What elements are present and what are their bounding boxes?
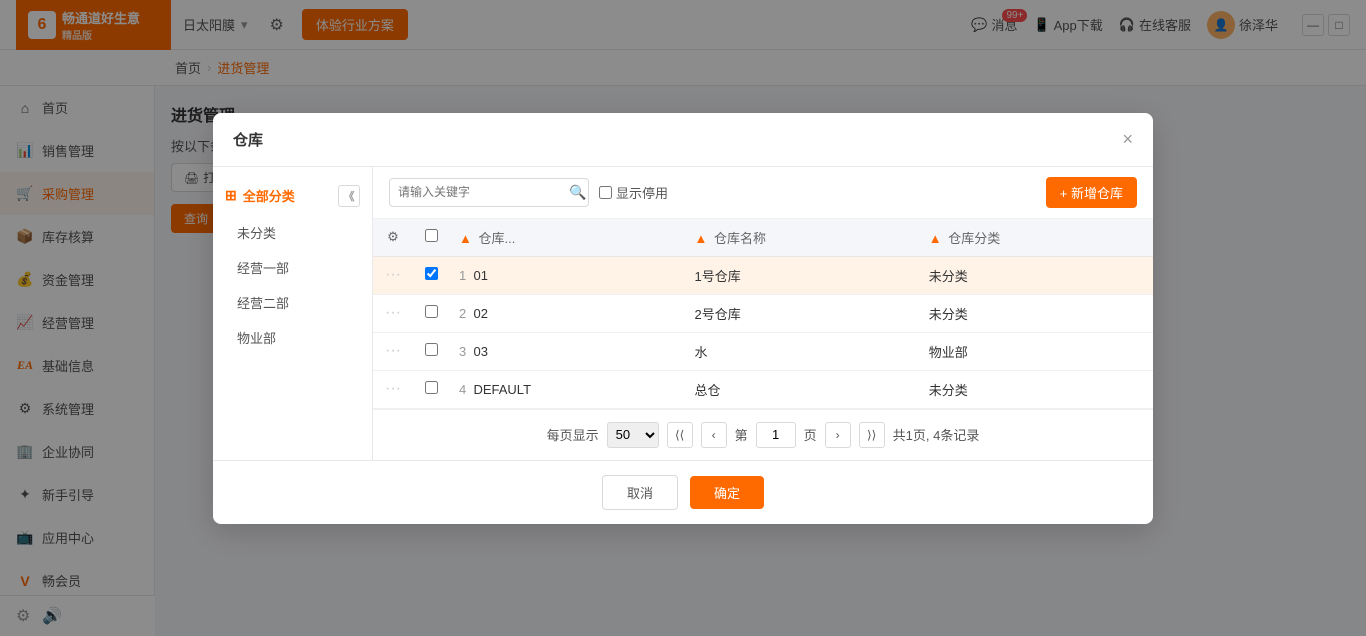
- prev-page-button[interactable]: ‹: [701, 422, 727, 448]
- row-num: 3 03: [449, 332, 685, 370]
- first-page-button[interactable]: ⟨⟨: [667, 422, 693, 448]
- grid-icon: ⊞: [225, 187, 237, 204]
- sort-icon: ▲: [459, 231, 472, 246]
- per-page-label: 每页显示: [547, 425, 599, 444]
- confirm-button[interactable]: 确定: [690, 476, 764, 509]
- modal-header: 仓库 ×: [213, 113, 1153, 167]
- row-category: 未分类: [919, 256, 1153, 294]
- row-category: 未分类: [919, 370, 1153, 408]
- search-button[interactable]: 🔍: [561, 179, 589, 206]
- row-checkbox[interactable]: [413, 294, 449, 332]
- pagination: 每页显示 50 20 100 ⟨⟨ ‹ 第 页 › ⟩⟩ 共1页, 4条记录: [373, 409, 1153, 460]
- modal-table-wrap: ⚙ ▲ 仓库... ▲: [373, 219, 1153, 409]
- row-name: 总仓: [685, 370, 919, 408]
- row-dots[interactable]: ···: [373, 256, 413, 294]
- all-categories-label: 全部分类: [243, 186, 295, 205]
- row-checkbox[interactable]: [413, 256, 449, 294]
- col-checkbox: [413, 219, 449, 257]
- modal-body: ⊞ 全部分类 《 未分类 经营一部 经营二部 物业部: [213, 167, 1153, 460]
- category-item-1[interactable]: 经营一部: [213, 250, 372, 285]
- col-gear: ⚙: [373, 219, 413, 257]
- col-warehouse-name: ▲ 仓库名称: [685, 219, 919, 257]
- row-dots[interactable]: ···: [373, 332, 413, 370]
- row-num: 2 02: [449, 294, 685, 332]
- add-warehouse-button[interactable]: + 新增仓库: [1046, 177, 1137, 208]
- total-records-label: 共1页, 4条记录: [893, 425, 980, 444]
- last-page-button[interactable]: ⟩⟩: [859, 422, 885, 448]
- show-disabled-toggle[interactable]: 显示停用: [599, 183, 668, 202]
- row-dots[interactable]: ···: [373, 370, 413, 408]
- modal-toolbar: 🔍 显示停用 + 新增仓库: [373, 167, 1153, 219]
- col-warehouse-code: ▲ 仓库...: [449, 219, 685, 257]
- table-body: ··· 1 01 1号仓库 未分类 ··· 2 02 2号仓库 未分类 ··· …: [373, 256, 1153, 408]
- modal-close-button[interactable]: ×: [1122, 130, 1133, 148]
- row-num: 1 01: [449, 256, 685, 294]
- modal-overlay: 仓库 × ⊞ 全部分类 《 未分类 经营一部: [0, 0, 1366, 636]
- category-item-3[interactable]: 物业部: [213, 320, 372, 355]
- col-warehouse-category: ▲ 仓库分类: [919, 219, 1153, 257]
- modal-actions: 取消 确定: [213, 460, 1153, 524]
- collapse-sidebar-button[interactable]: 《: [338, 185, 360, 207]
- row-dots[interactable]: ···: [373, 294, 413, 332]
- page-suffix: 页: [804, 425, 817, 444]
- table-row: ··· 3 03 水 物业部: [373, 332, 1153, 370]
- table-row: ··· 4 DEFAULT 总仓 未分类: [373, 370, 1153, 408]
- sort-icon-cat: ▲: [929, 231, 942, 246]
- row-category: 物业部: [919, 332, 1153, 370]
- row-name: 2号仓库: [685, 294, 919, 332]
- sort-icon-name: ▲: [695, 231, 708, 246]
- row-num: 4 DEFAULT: [449, 370, 685, 408]
- show-disabled-checkbox[interactable]: [599, 186, 612, 199]
- modal-main-panel: 🔍 显示停用 + 新增仓库 ⚙: [373, 167, 1153, 460]
- search-input[interactable]: [390, 180, 561, 204]
- row-checkbox[interactable]: [413, 332, 449, 370]
- warehouse-table: ⚙ ▲ 仓库... ▲: [373, 219, 1153, 409]
- table-row: ··· 2 02 2号仓库 未分类: [373, 294, 1153, 332]
- category-item-2[interactable]: 经营二部: [213, 285, 372, 320]
- warehouse-modal: 仓库 × ⊞ 全部分类 《 未分类 经营一部: [213, 113, 1153, 524]
- cancel-button[interactable]: 取消: [602, 475, 678, 510]
- modal-title: 仓库: [233, 129, 263, 150]
- modal-all-categories[interactable]: ⊞ 全部分类 《: [213, 177, 372, 215]
- select-all-checkbox[interactable]: [425, 229, 438, 242]
- gear-col-icon: ⚙: [387, 229, 399, 244]
- row-category: 未分类: [919, 294, 1153, 332]
- table-row: ··· 1 01 1号仓库 未分类: [373, 256, 1153, 294]
- per-page-select[interactable]: 50 20 100: [607, 422, 659, 448]
- row-name: 1号仓库: [685, 256, 919, 294]
- page-number-input[interactable]: [756, 422, 796, 448]
- page-label: 第: [735, 425, 748, 444]
- category-item-0[interactable]: 未分类: [213, 215, 372, 250]
- table-header-row: ⚙ ▲ 仓库... ▲: [373, 219, 1153, 257]
- next-page-button[interactable]: ›: [825, 422, 851, 448]
- row-name: 水: [685, 332, 919, 370]
- row-checkbox[interactable]: [413, 370, 449, 408]
- modal-category-sidebar: ⊞ 全部分类 《 未分类 经营一部 经营二部 物业部: [213, 167, 373, 460]
- search-box: 🔍: [389, 178, 589, 207]
